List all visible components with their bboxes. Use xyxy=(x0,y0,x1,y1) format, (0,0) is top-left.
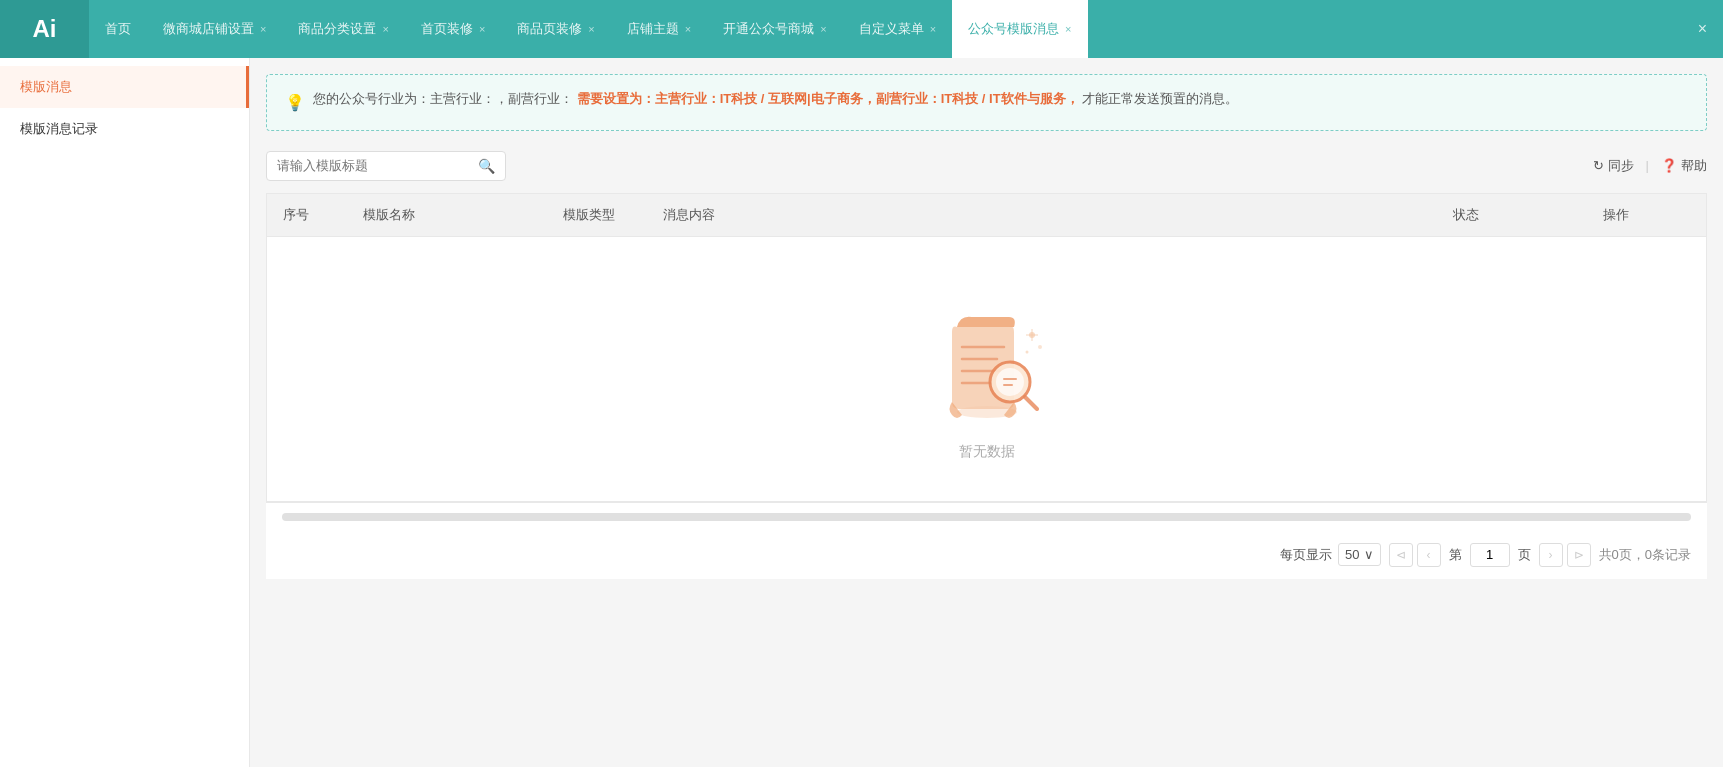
toolbar-right: ↻ 同步 | ❓ 帮助 xyxy=(1593,157,1707,175)
col-seq: 序号 xyxy=(267,193,347,236)
last-page-button[interactable]: ⊳ xyxy=(1567,543,1591,567)
app-logo: Ai xyxy=(0,0,89,58)
nav-tab-category-settings[interactable]: 商品分类设置× xyxy=(282,0,404,58)
nav-tabs: 首页微商城店铺设置×商品分类设置×首页装修×商品页装修×店铺主题×开通公众号商城… xyxy=(89,0,1682,58)
prev-page-button[interactable]: ‹ xyxy=(1417,543,1441,567)
close-tab-template-message-icon[interactable]: × xyxy=(1065,23,1071,35)
search-box: 🔍 xyxy=(266,151,506,181)
scrollbar-area xyxy=(266,502,1707,531)
page-number-input[interactable] xyxy=(1470,543,1510,567)
empty-state-row: 暂无数据 xyxy=(267,236,1707,501)
pagination: 每页显示 50 ∨ ⊲ ‹ 第 页 › ⊳ 共0页，0条记录 xyxy=(266,531,1707,579)
nav-tab-shop-theme[interactable]: 店铺主题× xyxy=(611,0,707,58)
close-tab-home-decor-icon[interactable]: × xyxy=(479,23,485,35)
top-nav: Ai 首页微商城店铺设置×商品分类设置×首页装修×商品页装修×店铺主题×开通公众… xyxy=(0,0,1723,58)
sync-button[interactable]: ↻ 同步 xyxy=(1593,157,1634,175)
svg-point-11 xyxy=(1038,345,1042,349)
col-content: 消息内容 xyxy=(647,193,1437,236)
sidebar: 模版消息模版消息记录 xyxy=(0,58,250,767)
nav-tab-home-decor[interactable]: 首页装修× xyxy=(405,0,501,58)
col-status: 状态 xyxy=(1437,193,1587,236)
dropdown-arrow-icon: ∨ xyxy=(1364,547,1374,562)
nav-tab-shop-settings[interactable]: 微商城店铺设置× xyxy=(147,0,282,58)
search-icon[interactable]: 🔍 xyxy=(478,158,495,174)
page-navigation: ⊲ ‹ 第 页 › ⊳ xyxy=(1389,543,1591,567)
help-icon: ❓ xyxy=(1661,158,1677,173)
next-page-button[interactable]: › xyxy=(1539,543,1563,567)
table-body: 暂无数据 xyxy=(267,236,1707,501)
nav-tab-custom-menu[interactable]: 自定义菜单× xyxy=(843,0,952,58)
total-info: 共0页，0条记录 xyxy=(1599,546,1691,564)
search-input[interactable] xyxy=(277,158,478,173)
sidebar-item-template-msg-record[interactable]: 模版消息记录 xyxy=(0,108,249,150)
nav-tab-open-wechat-shop[interactable]: 开通公众号商城× xyxy=(707,0,842,58)
content-area: 💡 您的公众号行业为：主营行业：，副营行业： 需要设置为：主营行业：IT科技 /… xyxy=(250,58,1723,767)
nav-tab-template-message[interactable]: 公众号模版消息× xyxy=(952,0,1087,58)
close-tab-product-decor-icon[interactable]: × xyxy=(588,23,594,35)
close-tab-shop-theme-icon[interactable]: × xyxy=(685,23,691,35)
table-header: 序号 模版名称 模版类型 消息内容 状态 操作 xyxy=(267,193,1707,236)
empty-icon xyxy=(922,297,1052,427)
close-tab-open-wechat-shop-icon[interactable]: × xyxy=(820,23,826,35)
data-table: 序号 模版名称 模版类型 消息内容 状态 操作 xyxy=(266,193,1707,502)
svg-point-6 xyxy=(996,368,1024,396)
empty-text: 暂无数据 xyxy=(287,443,1686,461)
page-size-dropdown[interactable]: 50 ∨ xyxy=(1338,543,1380,566)
page-unit-label: 页 xyxy=(1518,546,1531,564)
page-size-selector: 每页显示 50 ∨ xyxy=(1280,543,1380,566)
page-size-label: 每页显示 xyxy=(1280,546,1332,564)
col-name: 模版名称 xyxy=(347,193,547,236)
close-all-button[interactable]: × xyxy=(1682,0,1723,58)
svg-point-12 xyxy=(1025,350,1028,353)
sync-icon: ↻ xyxy=(1593,158,1604,173)
main-layout: 模版消息模版消息记录 💡 您的公众号行业为：主营行业：，副营行业： 需要设置为：… xyxy=(0,58,1723,767)
notice-box: 💡 您的公众号行业为：主营行业：，副营行业： 需要设置为：主营行业：IT科技 /… xyxy=(266,74,1707,131)
notice-text: 您的公众号行业为：主营行业：，副营行业： 需要设置为：主营行业：IT科技 / 互… xyxy=(313,89,1238,110)
close-tab-shop-settings-icon[interactable]: × xyxy=(260,23,266,35)
sidebar-item-template-msg[interactable]: 模版消息 xyxy=(0,66,249,108)
toolbar: 🔍 ↻ 同步 | ❓ 帮助 xyxy=(266,151,1707,181)
horizontal-scrollbar[interactable] xyxy=(282,513,1691,521)
empty-state: 暂无数据 xyxy=(267,237,1706,501)
divider: | xyxy=(1646,158,1649,173)
col-type: 模版类型 xyxy=(547,193,647,236)
nav-tab-home[interactable]: 首页 xyxy=(89,0,147,58)
nav-tab-product-decor[interactable]: 商品页装修× xyxy=(501,0,610,58)
first-page-button[interactable]: ⊲ xyxy=(1389,543,1413,567)
close-tab-custom-menu-icon[interactable]: × xyxy=(930,23,936,35)
help-button[interactable]: ❓ 帮助 xyxy=(1661,157,1707,175)
current-page-prefix: 第 xyxy=(1449,546,1462,564)
close-tab-category-settings-icon[interactable]: × xyxy=(382,23,388,35)
svg-line-7 xyxy=(1025,397,1037,409)
notice-icon: 💡 xyxy=(285,90,305,116)
col-action: 操作 xyxy=(1587,193,1707,236)
